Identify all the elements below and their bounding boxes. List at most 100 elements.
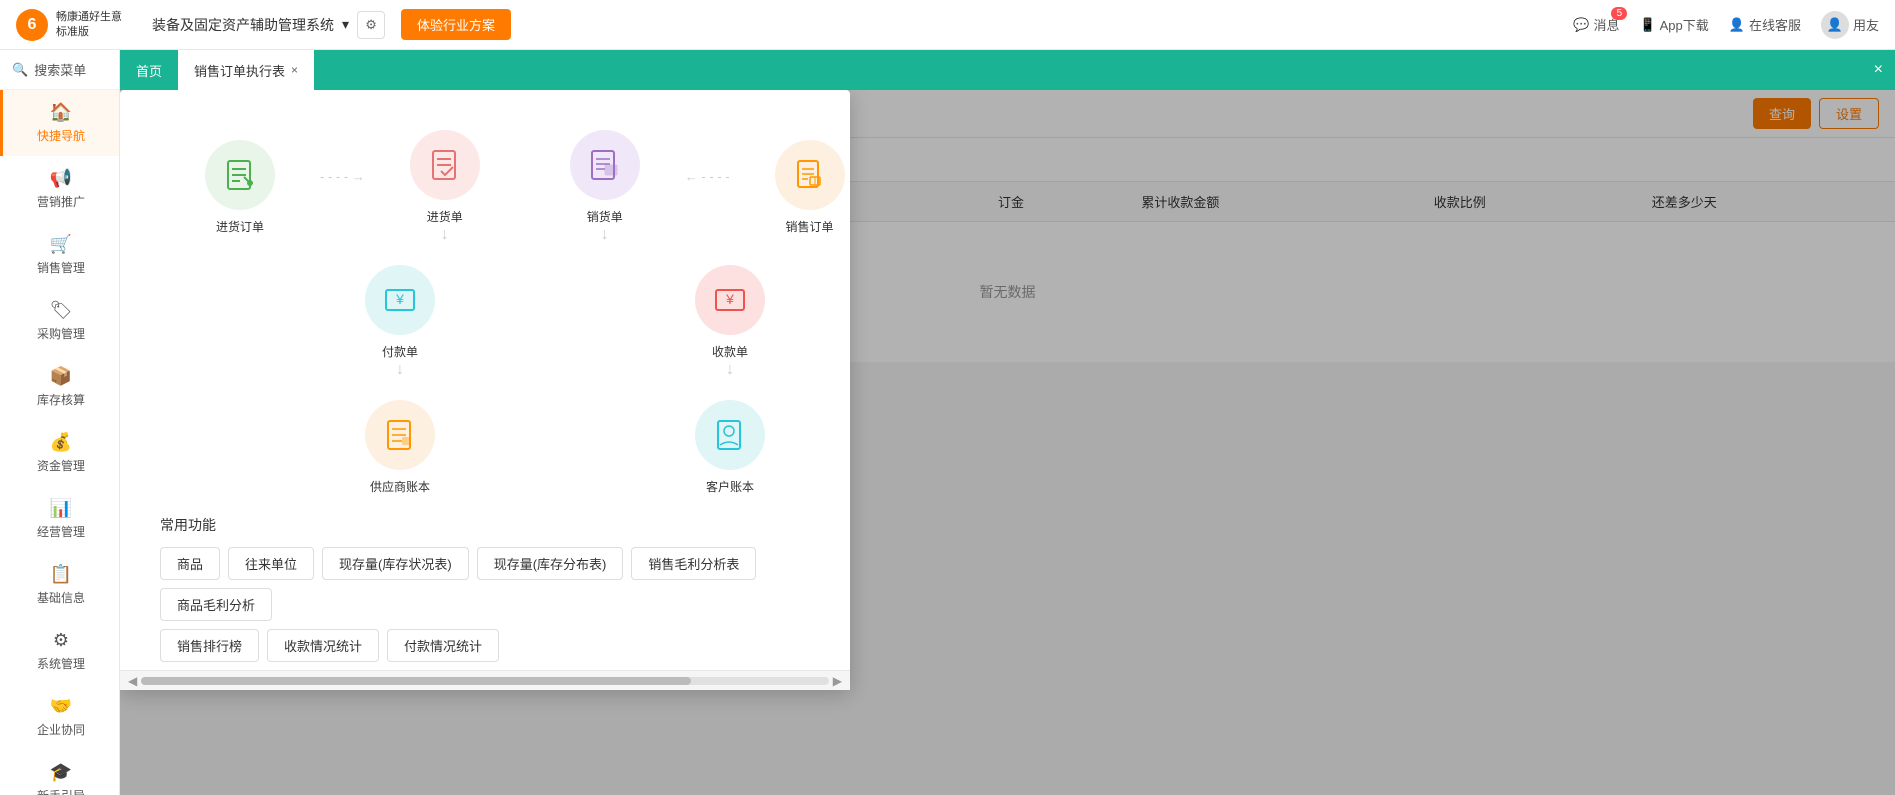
sidebar-item-finance[interactable]: 💰 资金管理: [0, 420, 119, 486]
sidebar-item-basic-info[interactable]: 📋 基础信息: [0, 552, 119, 618]
flow-item-supplier-ledger[interactable]: 供应商账本: [320, 400, 480, 495]
func-btn-product[interactable]: 商品: [160, 547, 220, 580]
flow-item-receipt[interactable]: ¥ 收款单: [650, 265, 810, 360]
sidebar-item-inventory[interactable]: 📦 库存核算: [0, 354, 119, 420]
flow-col-receipt: ¥ 收款单 ↓: [650, 265, 810, 380]
experience-btn[interactable]: 体验行业方案: [401, 9, 511, 40]
purchase-bill-circle: [410, 130, 480, 200]
system-title-area: 装备及固定资产辅助管理系统 ▾ ⚙ 体验行业方案: [152, 9, 1573, 40]
page-content: ❓ 帮助 🖨 按模板打印 ▾ ⬆ 导出 🔄 刷新 查询: [120, 90, 1895, 795]
scrollbar-thumb[interactable]: [141, 677, 691, 685]
flow-col-supplier-ledger: 供应商账本: [320, 400, 480, 495]
newbie-icon: 🎓: [50, 762, 72, 783]
func-btn-row-2: 销售排行榜 收款情况统计 付款情况统计: [160, 629, 810, 662]
arrow-h-1: - - - - →: [320, 169, 365, 184]
common-functions: 常用功能 商品 往来单位 现存量(库存状况表) 现存量(库存分布表) 销售毛利分…: [120, 515, 850, 690]
flow-item-customer-ledger[interactable]: 客户账本: [650, 400, 810, 495]
tab-bar: 首页 销售订单执行表 × ×: [120, 50, 1895, 90]
sales-icon: 🛒: [50, 234, 72, 255]
inventory-icon: 📦: [50, 366, 72, 387]
flow-col-purchase-order: 进货订单: [160, 140, 320, 235]
sidebar-item-purchase[interactable]: 🏷 采购管理: [0, 288, 119, 354]
flow-item-payment[interactable]: ¥ 付款单: [320, 265, 480, 360]
service-icon: 👤: [1729, 17, 1745, 33]
flow-item-sales-bill[interactable]: 销货单: [525, 130, 685, 225]
header-right: 💬 消息 5 📱 App下载 👤 在线客服 👤 用友: [1573, 11, 1879, 39]
func-btn-sales-profit[interactable]: 销售毛利分析表: [631, 547, 756, 580]
tab-close-button[interactable]: ×: [291, 63, 298, 77]
message-icon: 💬: [1573, 17, 1589, 33]
flow-col-purchase-bill: 进货单 ↓: [365, 130, 525, 245]
arrow-v-4: ↓: [726, 362, 734, 378]
arrow-h-2: ← - - - -: [685, 169, 730, 184]
sidebar-search[interactable]: 🔍 搜索菜单: [0, 50, 119, 90]
flow-col-sales-bill: 销货单 ↓: [525, 130, 685, 245]
sidebar-item-marketing[interactable]: 📢 营销推广: [0, 156, 119, 222]
online-service-button[interactable]: 👤 在线客服: [1729, 15, 1801, 34]
customer-ledger-label: 客户账本: [706, 478, 754, 495]
message-button[interactable]: 💬 消息 5: [1573, 15, 1619, 34]
enterprise-icon: 🤝: [50, 696, 72, 717]
gear-button[interactable]: ⚙: [357, 11, 385, 39]
flow-item-sales-order[interactable]: 销售订单: [730, 140, 890, 235]
scroll-right-icon[interactable]: ▶: [829, 674, 846, 688]
app-download-button[interactable]: 📱 App下载: [1639, 15, 1708, 34]
arrow-v-2: ↓: [601, 227, 609, 243]
top-header: 6 畅康通好生意 标准版 装备及固定资产辅助管理系统 ▾ ⚙ 体验行业方案 💬 …: [0, 0, 1895, 50]
payment-circle: ¥: [365, 265, 435, 335]
system-icon: ⚙: [53, 630, 69, 651]
arrow-v-3: ↓: [396, 362, 404, 378]
user-button[interactable]: 👤 用友: [1821, 11, 1879, 39]
sales-bill-icon: [587, 147, 623, 183]
sales-order-circle: [775, 140, 845, 210]
sales-bill-circle: [570, 130, 640, 200]
title-dropdown-icon[interactable]: ▾: [342, 16, 349, 33]
operations-icon: 📊: [50, 498, 72, 519]
basic-info-icon: 📋: [50, 564, 72, 585]
content-area: 首页 销售订单执行表 × × ❓ 帮助 🖨 按模板打印 ▾: [120, 50, 1895, 795]
sidebar-item-system[interactable]: ⚙ 系统管理: [0, 618, 119, 684]
sidebar-item-enterprise[interactable]: 🤝 企业协同: [0, 684, 119, 750]
func-btn-product-profit[interactable]: 商品毛利分析: [160, 588, 272, 621]
customer-ledger-icon: [712, 417, 748, 453]
customer-ledger-circle: [695, 400, 765, 470]
popup-scrollbar[interactable]: ◀ ▶: [120, 670, 850, 690]
func-btn-partner[interactable]: 往来单位: [228, 547, 314, 580]
func-btn-payment-stat[interactable]: 付款情况统计: [387, 629, 499, 662]
download-icon: 📱: [1639, 17, 1655, 33]
flow-row-1: 进货订单 - - - - →: [160, 130, 810, 245]
svg-text:¥: ¥: [725, 291, 734, 307]
popup-overlay: 进货订单 - - - - →: [120, 90, 1895, 795]
sidebar-item-newbie[interactable]: 🎓 新手引导: [0, 750, 119, 795]
purchase-bill-label: 进货单: [427, 208, 463, 225]
func-btn-stock-dist[interactable]: 现存量(库存分布表): [477, 547, 624, 580]
flow-row-3: 供应商账本: [320, 400, 810, 495]
supplier-ledger-label: 供应商账本: [370, 478, 430, 495]
func-btn-stock-status[interactable]: 现存量(库存状况表): [322, 547, 469, 580]
logo-icon: 6: [16, 9, 48, 41]
flow-row-2: ¥ 付款单 ↓: [320, 265, 810, 380]
supplier-ledger-icon: [382, 417, 418, 453]
tab-close-all-button[interactable]: ×: [1862, 61, 1895, 79]
sidebar: 🔍 搜索菜单 🏠 快捷导航 📢 营销推广 🛒 销售管理 🏷 采购管理 📦 库存核…: [0, 50, 120, 795]
scroll-left-icon[interactable]: ◀: [124, 674, 141, 688]
message-badge: 5: [1611, 7, 1627, 20]
func-btn-sales-rank[interactable]: 销售排行榜: [160, 629, 259, 662]
purchase-order-label: 进货订单: [216, 218, 264, 235]
func-btn-receipt-stat[interactable]: 收款情况统计: [267, 629, 379, 662]
flow-col-payment: ¥ 付款单 ↓: [320, 265, 480, 380]
logo-text: 畅康通好生意 标准版: [56, 10, 122, 39]
supplier-ledger-circle: [365, 400, 435, 470]
receipt-label: 收款单: [712, 343, 748, 360]
avatar: 👤: [1821, 11, 1849, 39]
tab-sales-order[interactable]: 销售订单执行表 ×: [178, 50, 314, 90]
flow-item-purchase-bill[interactable]: 进货单: [365, 130, 525, 225]
purchase-bill-icon: [427, 147, 463, 183]
sidebar-item-quick-nav[interactable]: 🏠 快捷导航: [0, 90, 119, 156]
tab-home[interactable]: 首页: [120, 50, 178, 90]
sidebar-item-operations[interactable]: 📊 经营管理: [0, 486, 119, 552]
scrollbar-track[interactable]: [141, 677, 829, 685]
flow-item-purchase-order[interactable]: 进货订单: [160, 140, 320, 235]
sidebar-item-sales[interactable]: 🛒 销售管理: [0, 222, 119, 288]
purchase-order-circle: [205, 140, 275, 210]
